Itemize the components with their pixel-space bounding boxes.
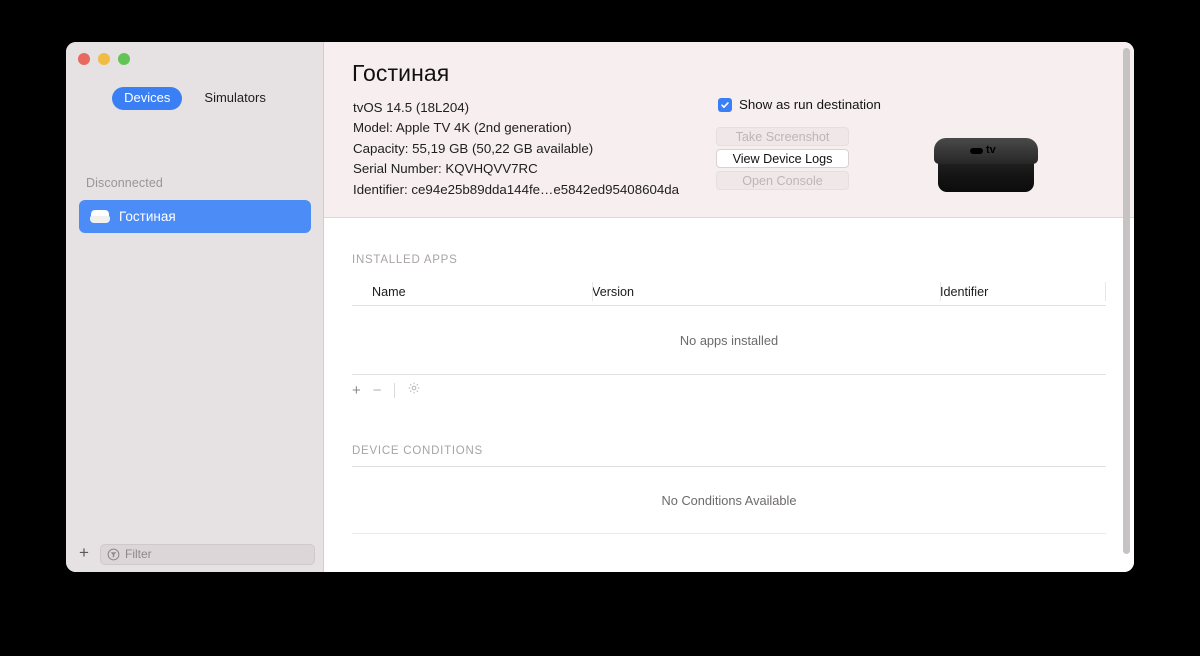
column-divider[interactable] xyxy=(940,282,941,301)
add-app-button[interactable]: + xyxy=(352,383,361,398)
show-as-run-destination-label: Show as run destination xyxy=(739,97,881,112)
remove-app-button[interactable]: − xyxy=(373,383,382,398)
sidebar-group-disconnected: Disconnected xyxy=(86,176,163,190)
tab-devices[interactable]: Devices xyxy=(112,87,183,111)
device-info-os: tvOS 14.5 (18L204) xyxy=(353,100,470,115)
device-conditions-title: DEVICE CONDITIONS xyxy=(352,445,483,457)
device-info-capacity: Capacity: 55,19 GB (50,22 GB available) xyxy=(353,140,594,156)
show-as-run-destination-row[interactable]: Show as run destination xyxy=(718,97,881,112)
apple-tv-logo-text: tv xyxy=(986,144,996,156)
view-device-logs-button[interactable]: View Device Logs xyxy=(716,149,849,168)
page-title: Гостиная xyxy=(352,60,450,86)
tab-simulators[interactable]: Simulators xyxy=(192,87,277,110)
column-header-identifier[interactable]: Identifier xyxy=(940,285,1106,299)
apple-tv-logo: tv xyxy=(970,145,996,156)
gear-icon[interactable] xyxy=(407,381,421,399)
column-divider[interactable] xyxy=(592,282,593,301)
device-conditions-section: DEVICE CONDITIONS No Conditions Availabl… xyxy=(324,405,1134,534)
devices-and-simulators-window: Devices Simulators Disconnected Гостиная… xyxy=(66,42,1134,572)
sidebar-item-device-gostinaya[interactable]: Гостиная xyxy=(79,200,311,233)
device-header: Гостиная tvOS 14.5 (18L204) Model: Apple… xyxy=(324,42,1134,218)
take-screenshot-button[interactable]: Take Screenshot xyxy=(716,127,849,146)
minimize-button[interactable] xyxy=(98,53,110,65)
column-header-name[interactable]: Name xyxy=(352,285,592,299)
devices-simulators-segmented-control: Devices Simulators xyxy=(66,87,324,111)
close-button[interactable] xyxy=(78,53,90,65)
toolbar-divider xyxy=(393,382,395,398)
device-action-buttons: Take Screenshot View Device Logs Open Co… xyxy=(716,127,849,190)
filter-placeholder: Filter xyxy=(125,547,152,561)
installed-apps-title: INSTALLED APPS xyxy=(352,254,458,266)
screen: Devices Simulators Disconnected Гостиная… xyxy=(0,0,1200,656)
sidebar-item-label: Гостиная xyxy=(119,209,176,224)
open-console-button[interactable]: Open Console xyxy=(716,171,849,190)
installed-apps-section: INSTALLED APPS Name Version Identifier N… xyxy=(324,218,1134,405)
installed-apps-toolbar: + − xyxy=(352,375,1106,405)
device-info-model: Model: Apple TV 4K (2nd generation) xyxy=(353,120,572,136)
installed-apps-empty-message: No apps installed xyxy=(352,306,1106,375)
device-info-identifier: Identifier: ce94e25b89dda144fe…e5842ed95… xyxy=(353,181,680,197)
sidebar: Devices Simulators Disconnected Гостиная… xyxy=(66,42,324,572)
column-divider[interactable] xyxy=(1105,282,1106,301)
add-device-button[interactable]: + xyxy=(75,544,93,564)
device-info-list: tvOS 14.5 (18L204) Model: Apple TV 4K (2… xyxy=(353,98,679,200)
device-info-serial: Serial Number: KQVHQVV7RC xyxy=(353,161,538,177)
checkbox-checked-icon[interactable] xyxy=(718,97,732,112)
installed-apps-table-header: Name Version Identifier xyxy=(352,279,1106,306)
detail-pane: Гостиная tvOS 14.5 (18L204) Model: Apple… xyxy=(324,42,1134,572)
column-header-version[interactable]: Version xyxy=(592,285,940,299)
apple-tv-device-image: tv xyxy=(934,134,1038,196)
zoom-button[interactable] xyxy=(118,53,130,65)
window-traffic-lights xyxy=(78,53,130,65)
device-conditions-empty-message: No Conditions Available xyxy=(352,467,1106,534)
filter-funnel-icon xyxy=(107,548,120,560)
filter-input[interactable]: Filter xyxy=(100,543,315,565)
vertical-scrollbar[interactable] xyxy=(1123,48,1130,554)
sidebar-bottom-bar: + Filter xyxy=(66,536,324,572)
apple-tv-icon xyxy=(90,210,110,223)
